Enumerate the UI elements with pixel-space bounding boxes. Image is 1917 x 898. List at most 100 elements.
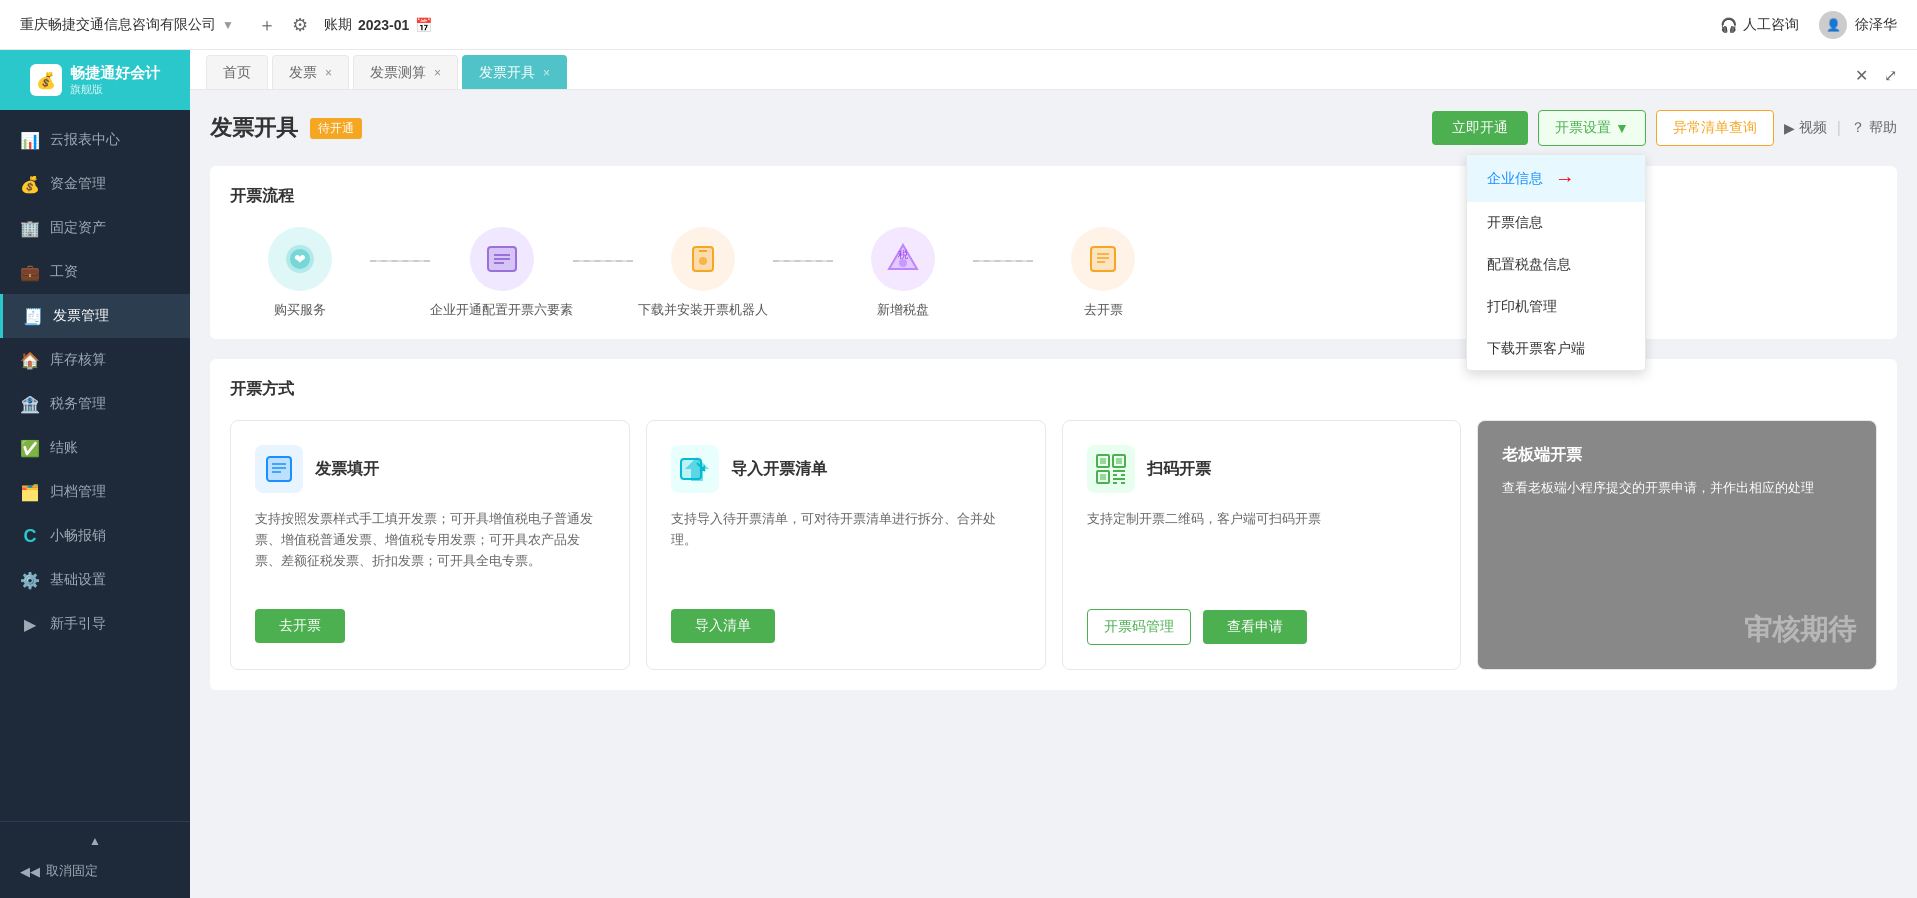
step-label-2: 企业开通配置开票六要素: [430, 301, 573, 319]
method-card-header-fill: 发票填开: [255, 445, 605, 493]
close-tab-button[interactable]: ✕: [1851, 62, 1872, 89]
question-icon: ？: [1851, 119, 1865, 137]
sidebar-item-checkout[interactable]: ✅ 结账: [0, 426, 190, 470]
boss-invoice-title: 老板端开票: [1502, 445, 1852, 466]
help-button[interactable]: ？ 帮助: [1851, 119, 1897, 137]
method-card-scan: 扫码开票 支持定制开票二维码，客户端可扫码开票 开票码管理 查看申请: [1062, 420, 1462, 670]
qrcode-manage-button[interactable]: 开票码管理: [1087, 609, 1191, 645]
method-card-import: 导入开票清单 支持导入待开票清单，可对待开票清单进行拆分、合并处理。 导入清单: [646, 420, 1046, 670]
sidebar-item-label: 库存核算: [50, 351, 106, 369]
chart-icon: 📊: [20, 130, 40, 150]
page-title: 发票开具: [210, 113, 298, 143]
view-apply-button[interactable]: 查看申请: [1203, 610, 1307, 644]
sidebar-item-archive[interactable]: 🗂️ 归档管理: [0, 470, 190, 514]
step-label-1: 购买服务: [274, 301, 326, 319]
sidebar-item-label: 固定资产: [50, 219, 106, 237]
abnormal-list-button[interactable]: 异常清单查询: [1656, 110, 1774, 146]
calendar-icon[interactable]: 📅: [415, 17, 432, 33]
sidebar-item-fund[interactable]: 💰 资金管理: [0, 162, 190, 206]
method-section: 开票方式 发票填开 支持按照发票样式手工填开发票；可开具增值税电子普通发票、增值…: [210, 359, 1897, 690]
tab-home[interactable]: 首页: [206, 55, 268, 89]
sidebar-item-tax[interactable]: 🏦 税务管理: [0, 382, 190, 426]
sidebar: 💰 畅捷通好会计 旗舰版 📊 云报表中心 💰 资金管理 🏢 固定资产 💼: [0, 50, 190, 898]
invoice-settings-button[interactable]: 开票设置 ▼: [1538, 110, 1646, 146]
close-tab-invoice-calc[interactable]: ×: [434, 66, 441, 80]
consult-button[interactable]: 🎧 人工咨询: [1720, 16, 1799, 34]
sidebar-item-cloud-report[interactable]: 📊 云报表中心: [0, 118, 190, 162]
dropdown-item-download-client[interactable]: 下载开票客户端: [1467, 328, 1645, 370]
fund-icon: 💰: [20, 174, 40, 194]
fill-invoice-icon: [255, 445, 303, 493]
sidebar-item-salary[interactable]: 💼 工资: [0, 250, 190, 294]
sidebar-item-report[interactable]: C 小畅报销: [0, 514, 190, 558]
logo-sub: 旗舰版: [70, 82, 160, 97]
fill-invoice-button[interactable]: 去开票: [255, 609, 345, 643]
settings-icon[interactable]: ⚙: [292, 14, 308, 36]
method-card-fill: 发票填开 支持按照发票样式手工填开发票；可开具增值税电子普通发票、增值税普通发票…: [230, 420, 630, 670]
sidebar-item-label: 工资: [50, 263, 78, 281]
sidebar-item-invoice[interactable]: 🧾 发票管理: [0, 294, 190, 338]
svg-rect-32: [1116, 458, 1122, 464]
tab-invoice-calc[interactable]: 发票测算 ×: [353, 55, 458, 89]
import-invoice-desc: 支持导入待开票清单，可对待开票清单进行拆分、合并处理。: [671, 509, 1021, 589]
connector-1: [370, 260, 430, 262]
sidebar-item-label: 资金管理: [50, 175, 106, 193]
headset-icon: 🎧: [1720, 17, 1737, 33]
sidebar-item-guide[interactable]: ▶ 新手引导: [0, 602, 190, 646]
import-invoice-title: 导入开票清单: [731, 459, 827, 480]
archive-icon: 🗂️: [20, 482, 40, 502]
user-area[interactable]: 👤 徐泽华: [1819, 11, 1897, 39]
connector-3: [773, 260, 833, 262]
sidebar-item-label: 税务管理: [50, 395, 106, 413]
sidebar-item-label: 云报表中心: [50, 131, 120, 149]
sidebar-bottom: ▲ ◀◀ 取消固定: [0, 821, 190, 898]
red-arrow-icon: →: [1555, 167, 1575, 190]
sidebar-item-fixed-assets[interactable]: 🏢 固定资产: [0, 206, 190, 250]
step-label-5: 去开票: [1084, 301, 1123, 319]
dropdown-item-invoice-info[interactable]: 开票信息: [1467, 202, 1645, 244]
settings-dropdown-container: 开票设置 ▼ 企业信息 → 开票信息: [1538, 110, 1646, 146]
activate-button[interactable]: 立即开通: [1432, 111, 1528, 145]
scan-invoice-desc: 支持定制开票二维码，客户端可扫码开票: [1087, 509, 1437, 589]
boss-overlay-text: 审核期待: [1744, 611, 1856, 649]
connector-4: [973, 260, 1033, 262]
sidebar-scroll-up[interactable]: ▲: [0, 830, 190, 852]
page-area: 发票开具 待开通 立即开通 开票设置 ▼ 企业信息 →: [190, 90, 1917, 898]
logo-icon: 💰: [30, 64, 62, 96]
logo-text: 畅捷通好会计: [70, 64, 160, 82]
settings-dropdown-menu: 企业信息 → 开票信息 配置税盘信息 打印机管理: [1466, 154, 1646, 371]
step-label-4: 新增税盘: [877, 301, 929, 319]
sidebar-item-label: 发票管理: [53, 307, 109, 325]
svg-point-14: [899, 259, 907, 267]
add-icon[interactable]: ＋: [258, 13, 276, 37]
maximize-button[interactable]: ⤢: [1880, 62, 1901, 89]
dropdown-item-company-info[interactable]: 企业信息 →: [1467, 155, 1645, 202]
video-button[interactable]: ▶ 视频: [1784, 119, 1827, 137]
top-bar: 重庆畅捷交通信息咨询有限公司 ▼ ＋ ⚙ 账期 2023-01 📅 🎧 人工咨询…: [0, 0, 1917, 50]
tab-invoice-issue[interactable]: 发票开具 ×: [462, 55, 567, 89]
invoice-icon: 🧾: [23, 306, 43, 326]
scan-invoice-buttons: 开票码管理 查看申请: [1087, 609, 1437, 645]
main-content: 首页 发票 × 发票测算 × 发票开具 × ✕ ⤢ 发票开具: [190, 50, 1917, 898]
step-icon-3: [671, 227, 735, 291]
connector-2: [573, 260, 633, 262]
building-icon: 🏢: [20, 218, 40, 238]
close-tab-invoice-issue[interactable]: ×: [543, 66, 550, 80]
sidebar-item-settings[interactable]: ⚙️ 基础设置: [0, 558, 190, 602]
header-actions: 立即开通 开票设置 ▼ 企业信息 →: [1432, 110, 1897, 146]
svg-text:税: 税: [898, 249, 908, 260]
company-name: 重庆畅捷交通信息咨询有限公司: [20, 16, 216, 34]
sidebar-item-inventory[interactable]: 🏠 库存核算: [0, 338, 190, 382]
fill-invoice-desc: 支持按照发票样式手工填开发票；可开具增值税电子普通发票、增值税普通发票、增值税专…: [255, 509, 605, 589]
svg-text:❤: ❤: [294, 251, 306, 267]
method-section-title: 开票方式: [230, 379, 1877, 400]
dropdown-item-printer[interactable]: 打印机管理: [1467, 286, 1645, 328]
company-selector[interactable]: 重庆畅捷交通信息咨询有限公司 ▼: [20, 16, 234, 34]
tab-invoice[interactable]: 发票 ×: [272, 55, 349, 89]
close-tab-invoice[interactable]: ×: [325, 66, 332, 80]
play-icon: ▶: [20, 614, 40, 634]
import-invoice-button[interactable]: 导入清单: [671, 609, 775, 643]
dropdown-item-tax-config[interactable]: 配置税盘信息: [1467, 244, 1645, 286]
method-card-boss: 老板端开票 查看老板端小程序提交的开票申请，并作出相应的处理 审核期待: [1477, 420, 1877, 670]
cancel-fixed-button[interactable]: ◀◀ 取消固定: [0, 852, 190, 890]
